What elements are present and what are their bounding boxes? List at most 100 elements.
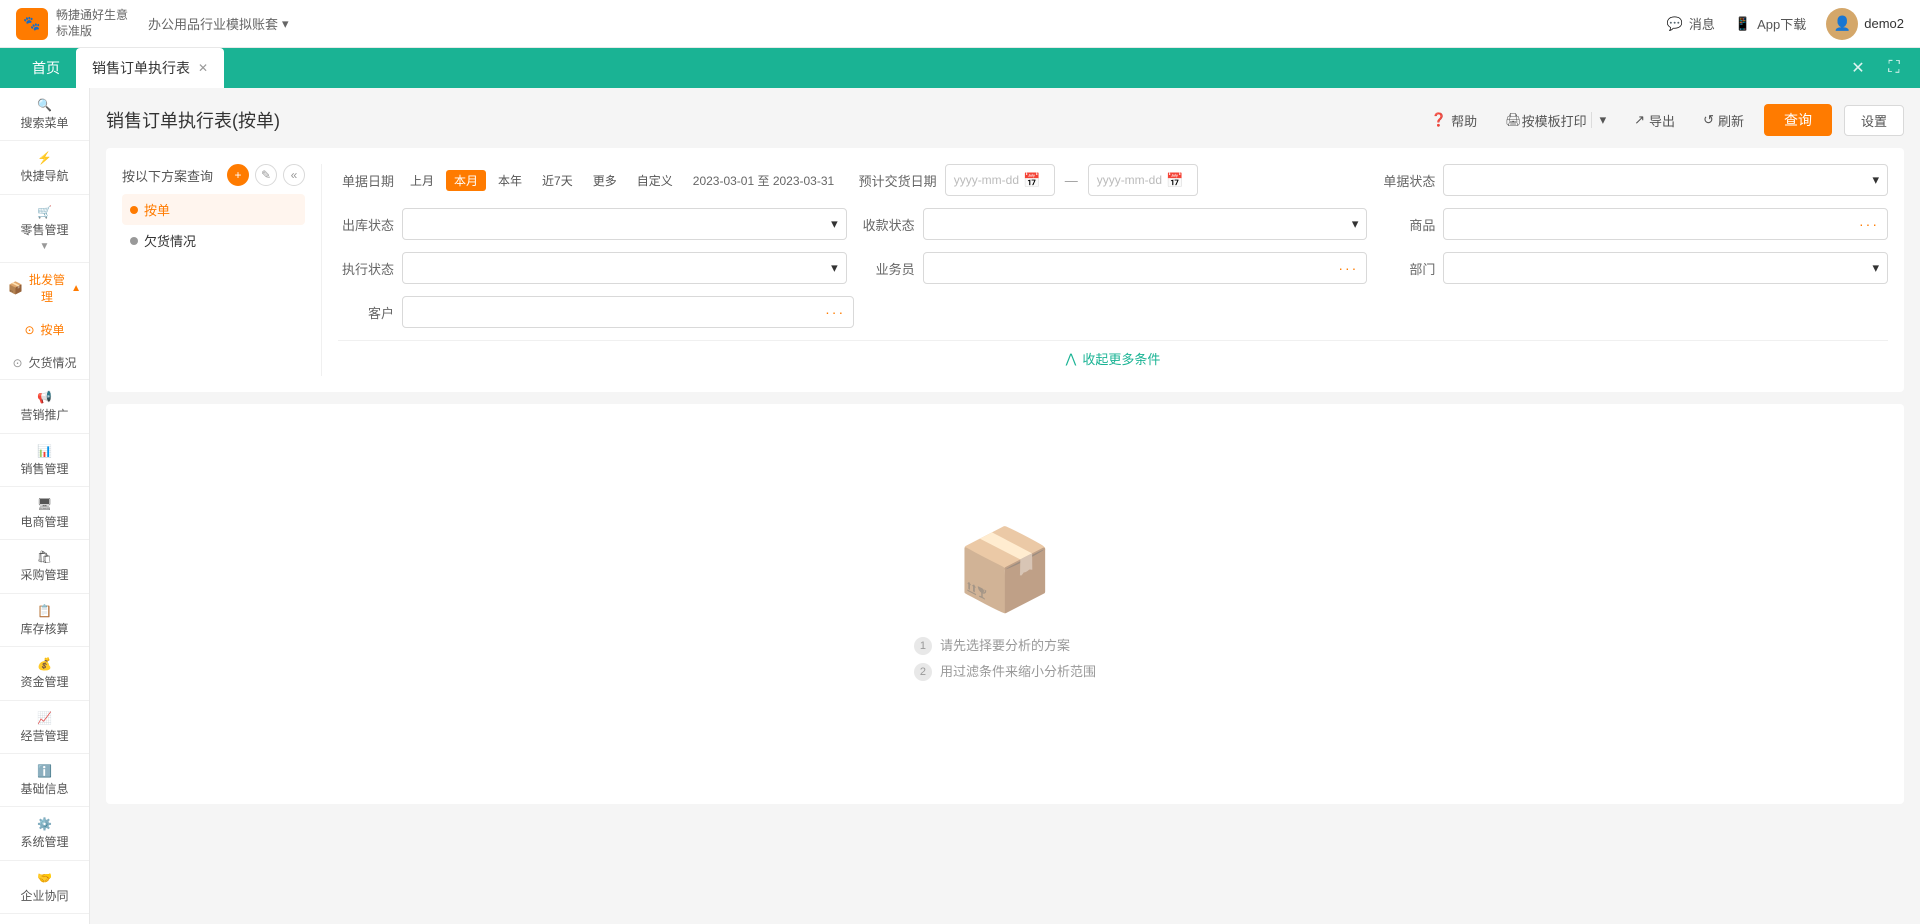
tab-close-icon[interactable]: ✕ — [198, 61, 208, 75]
order-status-select[interactable]: ▾ — [1443, 164, 1888, 196]
tip-item-2: 2 用过滤条件来缩小分析范围 — [914, 659, 1096, 685]
menu-selector[interactable]: 办公用品行业模拟账套 ▾ — [140, 10, 297, 37]
top-bar-left: 🐾 畅捷通好生意 标准版 办公用品行业模拟账套 ▾ — [16, 8, 297, 40]
expected-date-to[interactable]: yyyy-mm-dd 📅 — [1088, 164, 1198, 196]
tab-sales-order-exec[interactable]: 销售订单执行表 ✕ — [76, 48, 224, 88]
filter-group-date: 单据日期 上月 本月 本年 近7天 更多 自定义 2023-03-01 至 20… — [338, 170, 847, 191]
product-select[interactable]: ··· — [1443, 208, 1888, 240]
sidebar-item-retail[interactable]: 🛒 零售管理 ▼ — [0, 195, 89, 262]
settings-button[interactable]: 设置 — [1844, 105, 1904, 136]
receipt-status-select[interactable]: ▾ — [923, 208, 1368, 240]
main-layout: 🔍 搜索菜单 ⚡ 快捷导航 🛒 零售管理 ▼ 📦 批发管理 ▲ — [0, 88, 1920, 924]
sidebar-item-sales[interactable]: 📊 销售管理 — [0, 434, 89, 486]
sidebar-item-search[interactable]: 🔍 搜索菜单 — [0, 88, 89, 140]
date-label: 单据日期 — [338, 171, 394, 190]
tab-bar: 首页 销售订单执行表 ✕ ✕ ⛶ — [0, 48, 1920, 88]
ecommerce-icon: 🖥 — [37, 497, 52, 511]
sidebar-section-ecommerce: 🖥 电商管理 — [0, 487, 89, 540]
sidebar-subitem-order[interactable]: ⊙ 按单 — [0, 313, 89, 346]
print-icon: 🖨 — [1505, 112, 1522, 128]
filter-layout: 按以下方案查询 + ✎ « 按单 欠货情况 — [122, 164, 1888, 376]
collapse-conditions-button[interactable]: ⋀ 收起更多条件 — [338, 340, 1888, 376]
filter-group-product: 商品 ··· — [1379, 208, 1888, 240]
sidebar-section-wholesale: 📦 批发管理 ▲ ⊙ 按单 ⊙ 欠货情况 — [0, 263, 89, 380]
help-icon: ❓ — [1431, 112, 1447, 128]
sidebar-item-marketing[interactable]: 📢 营销推广 — [0, 380, 89, 432]
tab-expand-button[interactable]: ⛶ — [1880, 54, 1908, 82]
sidebar-subitem-shortage[interactable]: ⊙ 欠货情况 — [0, 346, 89, 379]
sidebar-item-operation[interactable]: 📈 经营管理 — [0, 701, 89, 753]
print-button[interactable]: 🖨 按模板打印 ▾ — [1497, 107, 1614, 134]
date-tab-more[interactable]: 更多 — [585, 170, 625, 191]
filter-panel: 按以下方案查询 + ✎ « 按单 欠货情况 — [106, 148, 1904, 392]
sidebar-section-marketing: 📢 营销推广 — [0, 380, 89, 433]
dept-select[interactable]: ▾ — [1443, 252, 1888, 284]
sidebar-section-search: 🔍 搜索菜单 — [0, 88, 89, 141]
print-dropdown-icon[interactable]: ▾ — [1591, 112, 1607, 128]
filter-group-expected-date: 预计交货日期 yyyy-mm-dd 📅 — yyyy-mm-dd 📅 — [859, 164, 1368, 196]
inventory-icon: 📋 — [37, 604, 52, 618]
tab-home[interactable]: 首页 — [16, 48, 76, 88]
sidebar-section-finance: 💰 资金管理 — [0, 647, 89, 700]
date-tab-thisyear[interactable]: 本年 — [490, 170, 530, 191]
sidebar-item-collab[interactable]: 🤝 企业协同 — [0, 861, 89, 913]
query-button[interactable]: 查询 — [1764, 104, 1832, 136]
scheme-item-order[interactable]: 按单 — [122, 194, 305, 225]
customer-select[interactable]: ··· — [402, 296, 854, 328]
sidebar-section-guide: 🎯 新手引导 — [0, 914, 89, 924]
chevron-down-icon5: ▾ — [1872, 260, 1879, 276]
salesman-select[interactable]: ··· — [923, 252, 1368, 284]
shortage-dot-icon: ⊙ — [12, 356, 22, 370]
tab-minimize-button[interactable]: ✕ — [1844, 54, 1872, 82]
marketing-icon: 📢 — [37, 390, 52, 404]
date-tab-lastmonth[interactable]: 上月 — [402, 170, 442, 191]
tab-bar-actions: ✕ ⛶ — [1844, 54, 1920, 82]
scheme-item-shortage[interactable]: 欠货情况 — [122, 225, 305, 256]
sidebar: 🔍 搜索菜单 ⚡ 快捷导航 🛒 零售管理 ▼ 📦 批发管理 ▲ — [0, 88, 90, 924]
collab-icon: 🤝 — [37, 871, 52, 885]
sidebar-item-quicknav[interactable]: ⚡ 快捷导航 — [0, 141, 89, 193]
sidebar-item-system[interactable]: ⚙️ 系统管理 — [0, 807, 89, 859]
edit-scheme-button[interactable]: ✎ — [255, 164, 277, 186]
product-ellipsis-icon: ··· — [1859, 216, 1879, 232]
filter-conditions: 单据日期 上月 本月 本年 近7天 更多 自定义 2023-03-01 至 20… — [338, 164, 1888, 376]
add-scheme-button[interactable]: + — [227, 164, 249, 186]
user-profile[interactable]: 👤 demo2 — [1826, 8, 1904, 40]
date-tab-custom[interactable]: 自定义 — [629, 170, 681, 191]
export-button[interactable]: ↗ 导出 — [1626, 107, 1683, 134]
customer-label: 客户 — [338, 303, 394, 322]
help-button[interactable]: ❓ 帮助 — [1423, 107, 1485, 134]
exec-status-select[interactable]: ▾ — [402, 252, 847, 284]
scheme-dot-inactive — [130, 237, 138, 245]
date-tab-7days[interactable]: 近7天 — [534, 170, 581, 191]
date-tab-thismonth[interactable]: 本月 — [446, 170, 486, 191]
message-button[interactable]: 💬 消息 — [1667, 14, 1715, 33]
sidebar-item-basic[interactable]: ℹ️ 基础信息 — [0, 754, 89, 806]
refresh-button[interactable]: ↺ 刷新 — [1695, 107, 1752, 134]
sidebar-section-inventory: 📋 库存核算 — [0, 594, 89, 647]
expected-date-from[interactable]: yyyy-mm-dd 📅 — [945, 164, 1055, 196]
sidebar-item-wholesale[interactable]: 📦 批发管理 ▲ — [0, 263, 89, 313]
app-download-button[interactable]: 📱 App下载 — [1735, 14, 1806, 33]
chevron-icon: ▼ — [40, 241, 50, 252]
sidebar-item-guide[interactable]: 🎯 新手引导 — [0, 914, 89, 924]
order-dot-icon: ⊙ — [24, 323, 34, 337]
sidebar-section-system: ⚙️ 系统管理 — [0, 807, 89, 860]
export-icon: ↗ — [1634, 112, 1645, 128]
chevron-up-icon: ▲ — [71, 283, 81, 294]
sidebar-item-finance[interactable]: 💰 资金管理 — [0, 647, 89, 699]
sidebar-item-purchase[interactable]: 🛍 采购管理 — [0, 540, 89, 592]
sidebar-section-purchase: 🛍 采购管理 — [0, 540, 89, 593]
sales-icon: 📊 — [37, 444, 52, 458]
collapse-scheme-button[interactable]: « — [283, 164, 305, 186]
sidebar-item-ecommerce[interactable]: 🖥 电商管理 — [0, 487, 89, 539]
retail-icon: 🛒 — [37, 205, 52, 219]
ship-status-select[interactable]: ▾ — [402, 208, 847, 240]
filter-scheme-actions: + ✎ « — [227, 164, 305, 186]
sidebar-item-inventory[interactable]: 📋 库存核算 — [0, 594, 89, 646]
empty-illustration: 📦 — [955, 523, 1055, 617]
top-bar: 🐾 畅捷通好生意 标准版 办公用品行业模拟账套 ▾ 💬 消息 📱 App下载 👤… — [0, 0, 1920, 48]
date-tabs: 上月 本月 本年 近7天 更多 自定义 — [402, 170, 681, 191]
ship-status-label: 出库状态 — [338, 215, 394, 234]
refresh-icon: ↺ — [1703, 112, 1714, 128]
